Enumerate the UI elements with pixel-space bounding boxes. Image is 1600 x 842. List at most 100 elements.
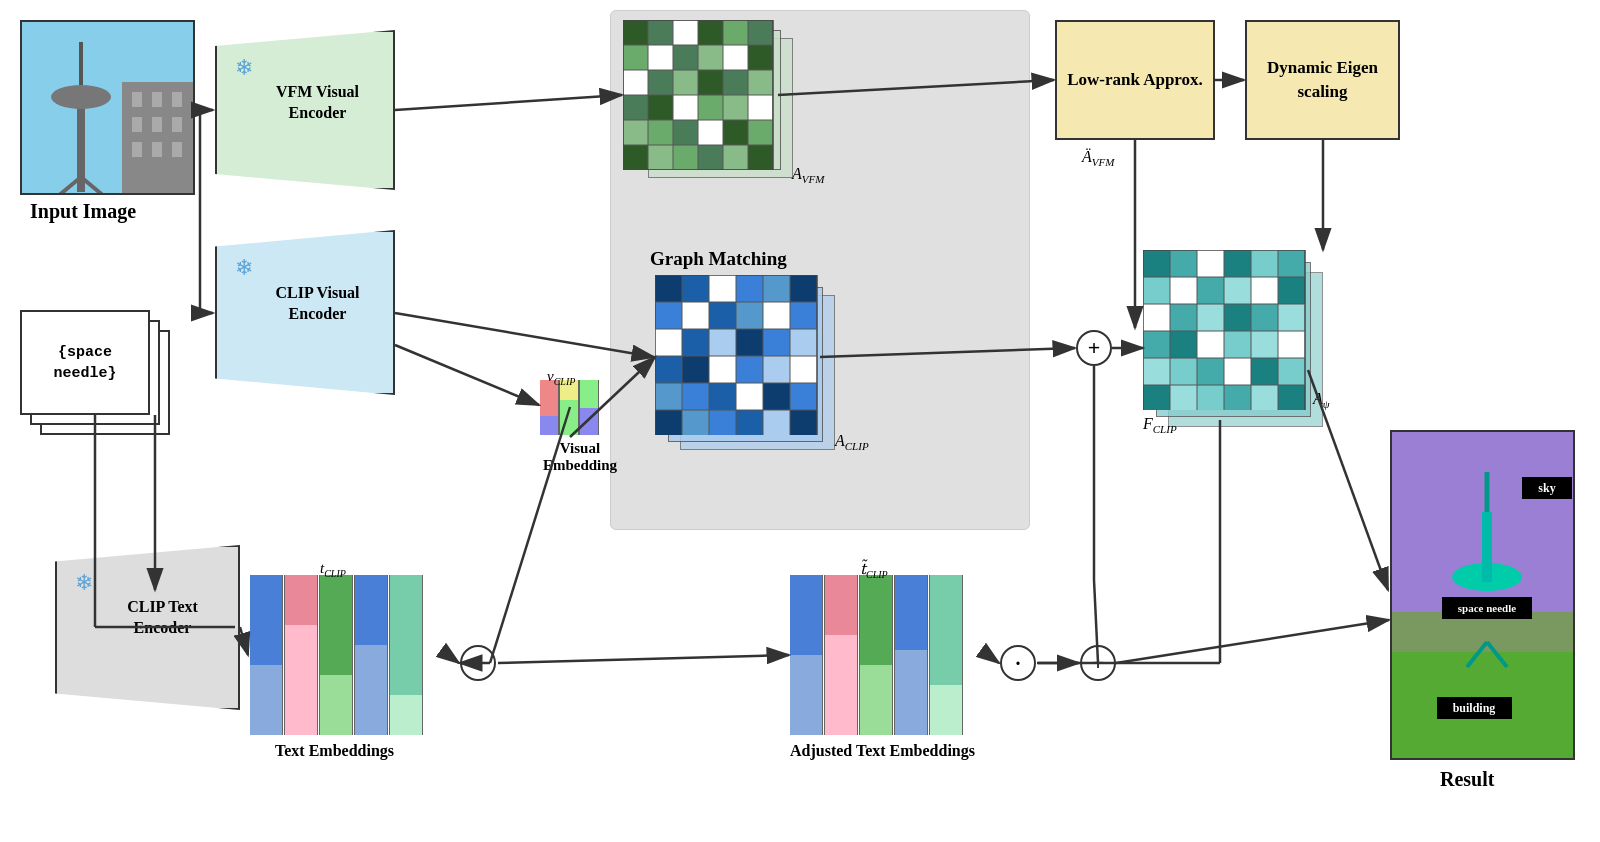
svg-rect-114 — [1170, 304, 1197, 331]
v-clip-label: vCLIP — [547, 368, 575, 387]
result-label: Result — [1440, 768, 1494, 791]
low-rank-label: Low-rank Approx. — [1067, 68, 1203, 92]
svg-rect-77 — [790, 356, 817, 383]
svg-rect-65 — [790, 302, 817, 329]
svg-rect-6 — [152, 117, 162, 132]
svg-rect-126 — [1170, 358, 1197, 385]
svg-rect-181 — [860, 665, 892, 735]
svg-rect-136 — [1278, 385, 1305, 410]
hadamard-1: · — [460, 645, 496, 681]
svg-line-210 — [395, 95, 622, 110]
svg-rect-150 — [540, 398, 558, 416]
svg-rect-122 — [1224, 331, 1251, 358]
svg-rect-89 — [790, 410, 817, 435]
svg-rect-86 — [709, 410, 736, 435]
text-cards-group: {spaceneedle} — [20, 310, 180, 470]
svg-rect-8 — [132, 142, 142, 157]
svg-rect-172 — [390, 695, 422, 735]
svg-rect-120 — [1170, 331, 1197, 358]
svg-text:building: building — [1453, 701, 1496, 715]
svg-rect-113 — [1143, 304, 1170, 331]
svg-rect-85 — [682, 410, 709, 435]
svg-rect-102 — [1170, 250, 1197, 277]
svg-rect-187 — [930, 685, 962, 735]
t-clip-label: tCLIP — [320, 560, 346, 579]
text-embeddings-label: Text Embeddings — [275, 742, 394, 760]
svg-rect-192 — [1482, 512, 1492, 582]
svg-rect-135 — [1251, 385, 1278, 410]
svg-rect-103 — [1197, 250, 1224, 277]
svg-rect-63 — [736, 302, 763, 329]
svg-rect-186 — [930, 575, 962, 685]
svg-rect-178 — [825, 635, 857, 735]
svg-rect-125 — [1143, 358, 1170, 385]
svg-rect-124 — [1278, 331, 1305, 358]
svg-rect-101 — [1143, 250, 1170, 277]
svg-rect-110 — [1224, 277, 1251, 304]
svg-line-212 — [395, 345, 539, 405]
svg-rect-107 — [1143, 277, 1170, 304]
svg-rect-105 — [1251, 250, 1278, 277]
input-image — [20, 20, 195, 195]
svg-rect-174 — [790, 575, 822, 655]
svg-rect-69 — [736, 329, 763, 356]
svg-rect-56 — [709, 275, 736, 302]
svg-rect-64 — [763, 302, 790, 329]
svg-rect-128 — [1224, 358, 1251, 385]
svg-rect-117 — [1251, 304, 1278, 331]
svg-rect-71 — [790, 329, 817, 356]
visual-embedding-label: VisualEmbedding — [530, 440, 630, 474]
clip-text-encoder-label: CLIP TextEncoder — [85, 597, 240, 639]
svg-line-222 — [448, 655, 459, 663]
svg-rect-160 — [250, 665, 282, 735]
svg-text:space needle: space needle — [1458, 602, 1516, 614]
svg-rect-54 — [655, 275, 682, 302]
svg-rect-129 — [1251, 358, 1278, 385]
svg-rect-163 — [285, 625, 317, 735]
svg-rect-104 — [1224, 250, 1251, 277]
svg-rect-169 — [355, 645, 387, 735]
svg-rect-57 — [736, 275, 763, 302]
svg-rect-84 — [655, 410, 682, 435]
svg-rect-88 — [763, 410, 790, 435]
svg-rect-53 — [623, 20, 773, 170]
dynamic-eigen-label: Dynamic Eigen scaling — [1247, 56, 1398, 104]
clip-matrix-front — [655, 275, 820, 439]
svg-rect-119 — [1143, 331, 1170, 358]
svg-rect-58 — [763, 275, 790, 302]
svg-text:sky: sky — [1538, 481, 1555, 495]
hadamard-2: · — [1000, 645, 1036, 681]
svg-rect-73 — [682, 356, 709, 383]
svg-rect-68 — [709, 329, 736, 356]
svg-rect-66 — [655, 329, 682, 356]
svg-rect-180 — [860, 575, 892, 665]
visual-embedding — [540, 380, 620, 439]
svg-rect-5 — [132, 117, 142, 132]
svg-rect-168 — [355, 575, 387, 645]
graph-matching-label: Graph Matching — [650, 248, 787, 270]
svg-rect-177 — [825, 575, 857, 635]
svg-point-12 — [51, 85, 111, 109]
svg-rect-171 — [390, 575, 422, 695]
svg-rect-127 — [1197, 358, 1224, 385]
vfm-encoder-label: VFM VisualEncoder — [240, 82, 395, 124]
svg-rect-134 — [1224, 385, 1251, 410]
svg-rect-130 — [1278, 358, 1305, 385]
svg-rect-157 — [580, 408, 598, 435]
svg-rect-166 — [320, 675, 352, 735]
svg-rect-87 — [736, 410, 763, 435]
svg-rect-72 — [655, 356, 682, 383]
plus-circle-top: + — [1076, 330, 1112, 366]
svg-rect-118 — [1278, 304, 1305, 331]
a-psi-front — [1143, 250, 1308, 414]
svg-rect-175 — [790, 655, 822, 735]
svg-rect-111 — [1251, 277, 1278, 304]
plus-circle-bottom: + — [1080, 645, 1116, 681]
svg-rect-10 — [172, 142, 182, 157]
svg-rect-159 — [250, 575, 282, 665]
svg-rect-4 — [172, 92, 182, 107]
low-rank-box: Low-rank Approx. — [1055, 20, 1215, 140]
f-clip-label: FCLIP — [1143, 415, 1177, 435]
svg-rect-2 — [132, 92, 142, 107]
svg-rect-183 — [895, 575, 927, 650]
